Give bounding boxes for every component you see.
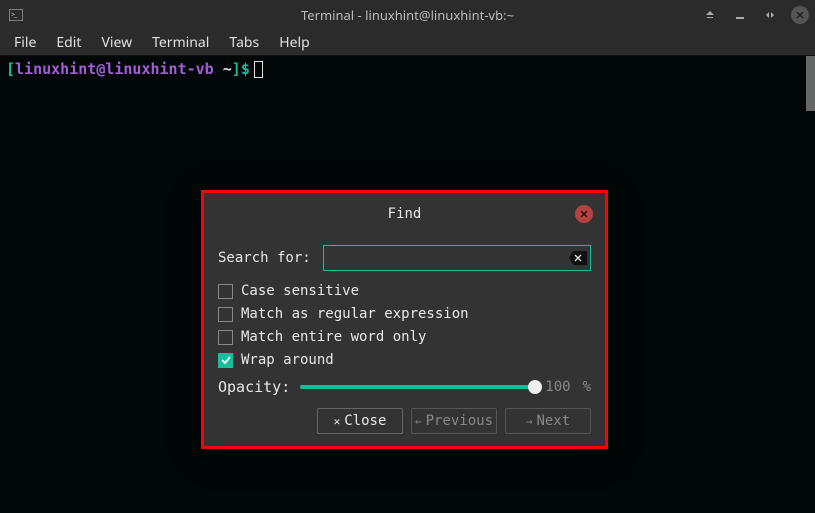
wrap-checkbox[interactable] [218, 353, 233, 368]
arrow-right-icon: → [526, 415, 533, 428]
wrap-row[interactable]: Wrap around [218, 352, 591, 368]
find-dialog: Find Search for: Case sensitive [201, 190, 608, 449]
whole-word-label: Match entire word only [241, 329, 426, 345]
regex-row[interactable]: Match as regular expression [218, 306, 591, 322]
close-button[interactable]: ✕ Close [317, 408, 403, 434]
case-sensitive-label: Case sensitive [241, 283, 359, 299]
opacity-slider[interactable] [300, 385, 535, 389]
window-title: Terminal - linuxhint@linuxhint-vb:~ [0, 6, 815, 24]
find-dialog-titlebar: Find [204, 193, 605, 235]
menu-edit[interactable]: Edit [48, 30, 89, 55]
whole-word-row[interactable]: Match entire word only [218, 329, 591, 345]
previous-button-label: Previous [426, 413, 493, 429]
menu-view[interactable]: View [93, 30, 140, 55]
menu-tabs[interactable]: Tabs [221, 30, 267, 55]
menu-help[interactable]: Help [271, 30, 318, 55]
prompt-at: @ [96, 60, 105, 78]
case-sensitive-row[interactable]: Case sensitive [218, 283, 591, 299]
opacity-slider-thumb[interactable] [528, 380, 542, 394]
wrap-label: Wrap around [241, 352, 334, 368]
find-dialog-buttons: ✕ Close ← Previous → Next [218, 408, 591, 434]
search-input-wrap [323, 245, 591, 271]
window-keep-above-icon[interactable] [701, 6, 719, 24]
search-row: Search for: [218, 245, 591, 271]
opacity-label: Opacity: [218, 378, 290, 396]
menu-file[interactable]: File [6, 30, 44, 55]
menu-terminal[interactable]: Terminal [144, 30, 217, 55]
window-controls [701, 6, 809, 24]
regex-checkbox[interactable] [218, 307, 233, 322]
previous-button[interactable]: ← Previous [411, 408, 497, 434]
close-button-label: Close [344, 413, 386, 429]
scrollbar[interactable] [806, 56, 815, 111]
prompt-close-bracket: ] [232, 60, 241, 78]
opacity-unit: % [583, 379, 591, 395]
window-minimize-icon[interactable] [731, 6, 749, 24]
opacity-value: 100 [545, 379, 570, 395]
find-dialog-close-icon[interactable] [575, 205, 593, 223]
prompt-path: ~ [214, 60, 232, 78]
next-button-label: Next [536, 413, 570, 429]
window-maximize-icon[interactable] [761, 6, 779, 24]
prompt-line: [linuxhint@linuxhint-vb ~]$ [6, 60, 809, 78]
terminal-area[interactable]: [linuxhint@linuxhint-vb ~]$ Find Search … [0, 56, 815, 513]
close-icon: ✕ [334, 415, 341, 428]
case-sensitive-checkbox[interactable] [218, 284, 233, 299]
window-close-icon[interactable] [791, 6, 809, 24]
opacity-row: Opacity: 100 % [218, 378, 591, 396]
arrow-left-icon: ← [415, 415, 422, 428]
whole-word-checkbox[interactable] [218, 330, 233, 345]
search-label: Search for: [218, 250, 311, 266]
next-button[interactable]: → Next [505, 408, 591, 434]
terminal-cursor [254, 61, 263, 78]
menubar: File Edit View Terminal Tabs Help [0, 30, 815, 56]
prompt-host: linuxhint-vb [105, 60, 213, 78]
find-dialog-body: Search for: Case sensitive Match as regu… [204, 235, 605, 446]
background-decoration [585, 443, 815, 513]
regex-label: Match as regular expression [241, 306, 469, 322]
find-dialog-title: Find [388, 206, 422, 222]
prompt-open-bracket: [ [6, 60, 15, 78]
search-input[interactable] [323, 245, 591, 271]
titlebar: >_ Terminal - linuxhint@linuxhint-vb:~ [0, 0, 815, 30]
prompt-user: linuxhint [15, 60, 96, 78]
prompt-dollar: $ [241, 60, 250, 78]
